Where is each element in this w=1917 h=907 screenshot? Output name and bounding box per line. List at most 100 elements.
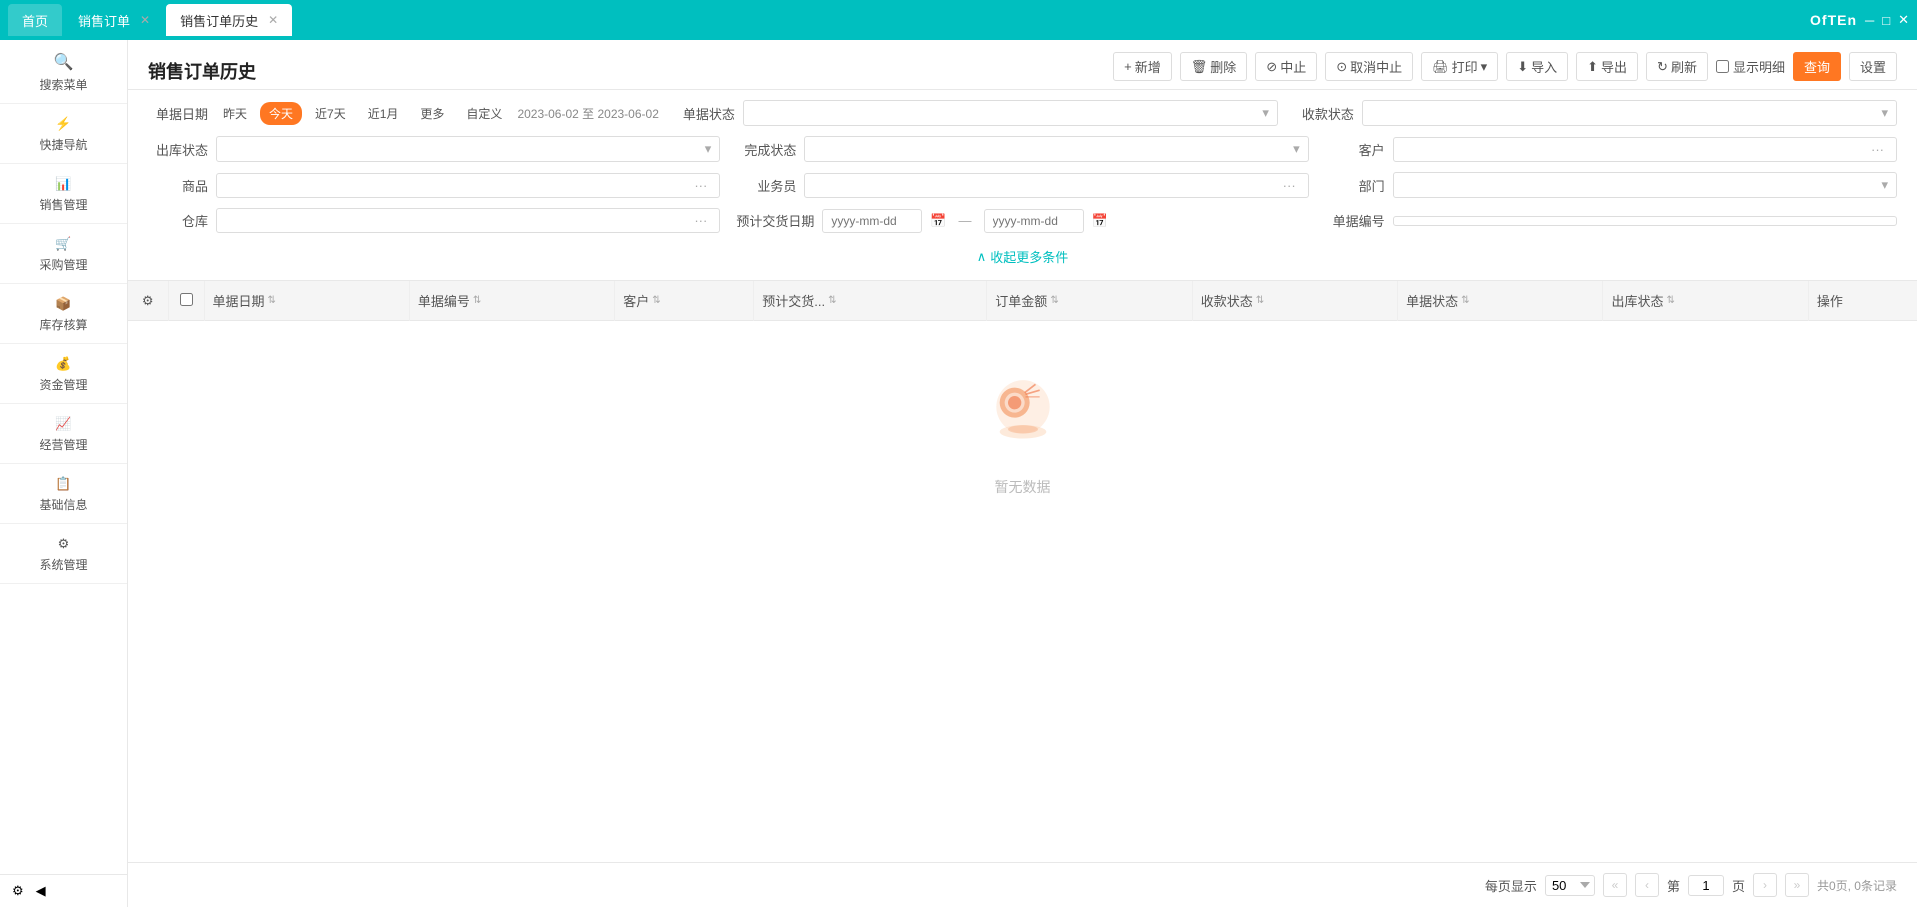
tab-sales-order[interactable]: 销售订单 ✕ (64, 4, 164, 36)
salesperson-label: 业务员 (736, 176, 796, 195)
top-bar: 首页 销售订单 ✕ 销售订单历史 ✕ OfTEn ─ □ ✕ (0, 0, 1917, 40)
refresh-button[interactable]: ↻ 刷新 (1646, 52, 1708, 81)
tab-sales-order-history-close[interactable]: ✕ (268, 13, 278, 27)
outbound-status-select[interactable]: ▾ (216, 136, 720, 162)
delivery-date-from-calendar-icon[interactable]: 📅 (930, 213, 946, 229)
date-btn-today[interactable]: 今天 (260, 102, 302, 125)
window-maximize[interactable]: □ (1882, 13, 1890, 28)
th-payment-sort-icon[interactable]: ⇅ (1256, 295, 1264, 306)
print-button[interactable]: 🖨 打印 ▾ (1421, 52, 1498, 81)
payment-status-chevron: ▾ (1881, 105, 1888, 121)
settings-button[interactable]: 设置 (1849, 52, 1897, 81)
date-btn-custom[interactable]: 自定义 (457, 102, 511, 125)
filter-group-payment-status: 收款状态 ▾ (1294, 100, 1897, 126)
stop-button[interactable]: ⊘ 中止 (1255, 52, 1317, 81)
page-next-btn[interactable]: › (1753, 873, 1777, 897)
th-action-label: 操作 (1817, 294, 1843, 309)
th-delivery: 预计交货... ⇅ (754, 281, 987, 321)
filter-group-completion: 完成状态 ▾ (736, 136, 1308, 162)
sidebar-item-purchase-mgmt[interactable]: 🛒 采购管理 (0, 224, 127, 284)
sidebar-item-quick-nav[interactable]: ⚡ 快捷导航 (0, 104, 127, 164)
delivery-date-to[interactable] (984, 209, 1084, 233)
order-number-input[interactable] (1393, 216, 1897, 226)
customer-select[interactable]: ··· (1393, 137, 1897, 162)
sidebar-item-sales-mgmt[interactable]: 📊 销售管理 (0, 164, 127, 224)
refresh-icon: ↻ (1657, 59, 1668, 75)
sidebar-item-basic-info[interactable]: 📋 基础信息 (0, 464, 127, 524)
delete-button[interactable]: 🗑 删除 (1180, 52, 1248, 81)
sidebar-item-system-mgmt[interactable]: ⚙ 系统管理 (0, 524, 127, 584)
window-minimize[interactable]: ─ (1865, 13, 1874, 28)
date-btn-group: 昨天 今天 近7天 近1月 更多 自定义 (214, 102, 511, 125)
th-outbound-sort-icon[interactable]: ⇅ (1666, 295, 1674, 306)
import-button[interactable]: ⬇ 导入 (1506, 52, 1568, 81)
page-title: 销售订单历史 (148, 58, 256, 84)
sidebar-basic-info-label: 基础信息 (39, 496, 87, 513)
th-customer-sort-icon[interactable]: ⇅ (652, 295, 660, 306)
order-number-label: 单据编号 (1325, 211, 1385, 230)
data-table: ⚙ 单据日期 ⇅ (128, 281, 1917, 321)
query-button[interactable]: 查询 (1793, 52, 1841, 81)
date-btn-more[interactable]: 更多 (411, 102, 453, 125)
window-close[interactable]: ✕ (1898, 12, 1909, 28)
delivery-date-to-calendar-icon[interactable]: 📅 (1092, 213, 1108, 229)
order-status-select[interactable]: ▾ (743, 100, 1278, 126)
tab-home[interactable]: 首页 (8, 4, 62, 36)
inventory-icon: 📦 (55, 296, 71, 312)
cancel-stop-button[interactable]: ⊙ 取消中止 (1325, 52, 1413, 81)
tab-sales-order-history[interactable]: 销售订单历史 ✕ (166, 4, 292, 36)
tab-sales-order-close[interactable]: ✕ (140, 13, 150, 27)
table-header-row: ⚙ 单据日期 ⇅ (128, 281, 1917, 321)
collapse-link[interactable]: ∧ 收起更多条件 (148, 243, 1897, 270)
main-layout: 🔍 搜索菜单 ⚡ 快捷导航 📊 销售管理 🛒 采购管理 📦 库存核算 💰 资金管… (0, 40, 1917, 907)
per-page-select[interactable]: 10 20 50 100 (1545, 875, 1595, 896)
customer-dots[interactable]: ··· (1867, 142, 1888, 157)
page-first-btn[interactable]: « (1603, 873, 1627, 897)
empty-state: 暂无数据 (128, 321, 1917, 537)
filter-row-3: 商品 ··· 业务员 ··· 部门 (148, 172, 1897, 198)
page-input[interactable] (1688, 875, 1724, 896)
sidebar-item-search[interactable]: 🔍 搜索菜单 (0, 40, 127, 104)
th-number: 单据编号 ⇅ (409, 281, 614, 321)
sidebar-collapse-icon[interactable]: ◀ (36, 883, 46, 899)
sidebar-item-operations[interactable]: 📈 经营管理 (0, 404, 127, 464)
th-delivery-sort-icon[interactable]: ⇅ (828, 295, 836, 306)
date-btn-yesterday[interactable]: 昨天 (214, 102, 256, 125)
th-amount-sort-icon[interactable]: ⇅ (1050, 295, 1058, 306)
page-last-btn[interactable]: » (1785, 873, 1809, 897)
sidebar-item-inventory[interactable]: 📦 库存核算 (0, 284, 127, 344)
warehouse-select[interactable]: ··· (216, 208, 720, 233)
th-number-sort-icon[interactable]: ⇅ (473, 295, 481, 306)
salesperson-select[interactable]: ··· (804, 173, 1308, 198)
collapse-label: 收起更多条件 (990, 247, 1068, 266)
new-button[interactable]: + 新增 (1113, 52, 1172, 81)
date-btn-7days[interactable]: 近7天 (306, 102, 355, 125)
date-filter-label: 单据日期 (148, 104, 208, 123)
product-select[interactable]: ··· (216, 173, 720, 198)
delivery-date-from[interactable] (822, 209, 922, 233)
warehouse-dots[interactable]: ··· (690, 213, 711, 228)
sidebar-item-finance[interactable]: 💰 资金管理 (0, 344, 127, 404)
payment-status-select[interactable]: ▾ (1362, 100, 1897, 126)
product-dots[interactable]: ··· (690, 178, 711, 193)
department-select[interactable]: ▾ (1393, 172, 1897, 198)
salesperson-dots[interactable]: ··· (1279, 178, 1300, 193)
completion-status-select[interactable]: ▾ (804, 136, 1308, 162)
new-label: 新增 (1135, 57, 1161, 76)
date-btn-1month[interactable]: 近1月 (359, 102, 408, 125)
page-prev-btn[interactable]: ‹ (1635, 873, 1659, 897)
refresh-label: 刷新 (1671, 57, 1697, 76)
th-outbound-label: 出库状态 (1611, 291, 1663, 310)
sidebar-sales-mgmt-label: 销售管理 (39, 196, 87, 213)
table-settings-icon[interactable]: ⚙ (142, 293, 154, 308)
show-detail-checkbox[interactable]: 显示明细 (1716, 57, 1785, 76)
department-label: 部门 (1325, 176, 1385, 195)
payment-status-label: 收款状态 (1294, 104, 1354, 123)
sidebar-settings-icon[interactable]: ⚙ (12, 883, 24, 899)
th-date-sort-icon[interactable]: ⇅ (268, 295, 276, 306)
toolbar: + 新增 🗑 删除 ⊘ 中止 ⊙ 取消中止 🖨 打印 (1113, 52, 1897, 89)
select-all-checkbox[interactable] (180, 293, 193, 306)
export-button[interactable]: ⬆ 导出 (1576, 52, 1638, 81)
th-order-status-sort-icon[interactable]: ⇅ (1461, 295, 1469, 306)
show-detail-input[interactable] (1716, 60, 1729, 73)
